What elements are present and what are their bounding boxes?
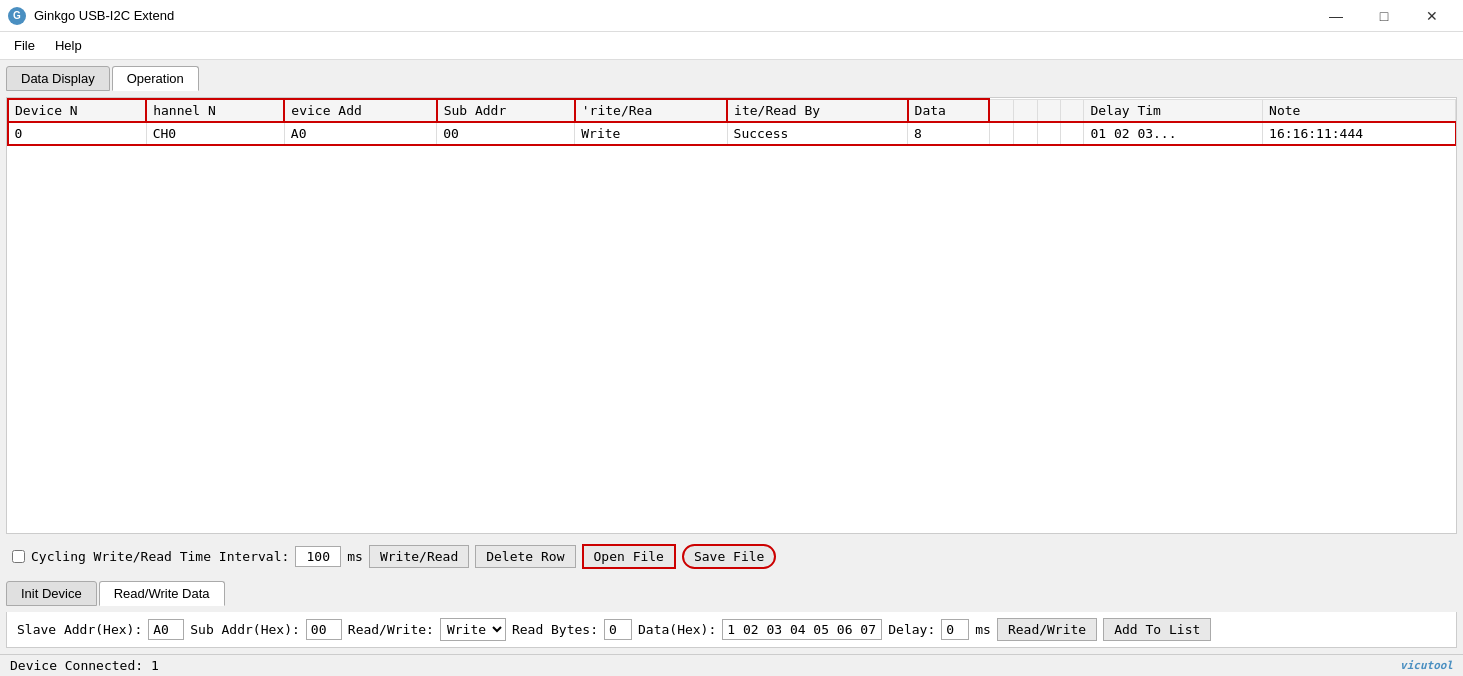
bottom-read-write-button[interactable]: Read/Write (997, 618, 1097, 641)
save-file-button[interactable]: Save File (682, 544, 776, 569)
col-data: Data (908, 99, 990, 122)
cell-9 (1014, 122, 1037, 145)
cell-status: Success (727, 122, 907, 145)
col-10 (1037, 99, 1060, 122)
table-container: Device N hannel N evice Add Sub Addr 'ri… (7, 98, 1456, 533)
data-input[interactable] (722, 619, 882, 640)
col-delay-time: Delay Tim (1084, 99, 1263, 122)
table-row: 0 CH0 A0 00 Write Success 8 01 02 03... … (8, 122, 1456, 145)
top-tab-strip: Data Display Operation (6, 66, 1457, 91)
slave-addr-label: Slave Addr(Hex): (17, 622, 142, 637)
status-bar: Device Connected: 1 vicutool (0, 654, 1463, 676)
device-status: Device Connected: 1 (10, 658, 159, 673)
cell-11 (1060, 122, 1083, 145)
open-file-button[interactable]: Open File (582, 544, 676, 569)
delay-input[interactable] (941, 619, 969, 640)
tab-data-display[interactable]: Data Display (6, 66, 110, 91)
read-write-label: Read/Write: (348, 622, 434, 637)
delete-row-button[interactable]: Delete Row (475, 545, 575, 568)
menu-bar: File Help (0, 32, 1463, 60)
cell-write-read: Write (575, 122, 727, 145)
add-to-list-button[interactable]: Add To List (1103, 618, 1211, 641)
data-table: Device N hannel N evice Add Sub Addr 'ri… (7, 98, 1456, 145)
col-sub-addr: Sub Addr (437, 99, 575, 122)
col-device-num: Device N (8, 99, 146, 122)
cycling-checkbox[interactable] (12, 550, 25, 563)
bottom-controls: Slave Addr(Hex): Sub Addr(Hex): Read/Wri… (6, 612, 1457, 648)
delay-label: Delay: (888, 622, 935, 637)
cell-delay-time: 01 02 03... (1084, 122, 1263, 145)
col-channel: hannel N (146, 99, 284, 122)
interval-input[interactable] (295, 546, 341, 567)
main-content: Data Display Operation Device N hannel N… (0, 60, 1463, 654)
menu-file[interactable]: File (4, 35, 45, 56)
read-bytes-input[interactable] (604, 619, 632, 640)
col-device-addr: evice Add (284, 99, 436, 122)
brand-logo: vicutool (1400, 659, 1453, 672)
cell-8 (989, 122, 1013, 145)
app-icon: G (8, 7, 26, 25)
tab-read-write-data[interactable]: Read/Write Data (99, 581, 225, 606)
interval-unit: ms (347, 549, 363, 564)
write-read-button[interactable]: Write/Read (369, 545, 469, 568)
window-controls: — □ ✕ (1313, 0, 1455, 32)
title-bar: G Ginkgo USB-I2C Extend — □ ✕ (0, 0, 1463, 32)
minimize-button[interactable]: — (1313, 0, 1359, 32)
controls-bar: Cycling Write/Read Time Interval: ms Wri… (6, 540, 1457, 573)
app-title: Ginkgo USB-I2C Extend (34, 8, 174, 23)
cycling-label: Cycling Write/Read Time Interval: (31, 549, 289, 564)
title-bar-left: G Ginkgo USB-I2C Extend (8, 7, 174, 25)
data-label: Data(Hex): (638, 622, 716, 637)
col-9 (1014, 99, 1037, 122)
tab-init-device[interactable]: Init Device (6, 581, 97, 606)
col-11 (1060, 99, 1083, 122)
slave-addr-input[interactable] (148, 619, 184, 640)
close-button[interactable]: ✕ (1409, 0, 1455, 32)
cell-note: 16:16:11:444 (1263, 122, 1456, 145)
read-write-select[interactable]: Write Read (440, 618, 506, 641)
cell-channel: CH0 (146, 122, 284, 145)
maximize-button[interactable]: □ (1361, 0, 1407, 32)
col-note: Note (1263, 99, 1456, 122)
tab-operation[interactable]: Operation (112, 66, 199, 91)
sub-addr-input[interactable] (306, 619, 342, 640)
cell-10 (1037, 122, 1060, 145)
cell-data: 8 (908, 122, 990, 145)
col-write-read: 'rite/Rea (575, 99, 727, 122)
bottom-tab-strip: Init Device Read/Write Data (6, 581, 1457, 606)
delay-unit: ms (975, 622, 991, 637)
read-bytes-label: Read Bytes: (512, 622, 598, 637)
cell-device-num: 0 (8, 122, 146, 145)
menu-help[interactable]: Help (45, 35, 92, 56)
cell-sub-addr: 00 (437, 122, 575, 145)
cell-device-addr: A0 (284, 122, 436, 145)
col-8 (989, 99, 1013, 122)
col-status: ite/Read By (727, 99, 907, 122)
sub-addr-label: Sub Addr(Hex): (190, 622, 300, 637)
data-panel: Device N hannel N evice Add Sub Addr 'ri… (6, 97, 1457, 534)
